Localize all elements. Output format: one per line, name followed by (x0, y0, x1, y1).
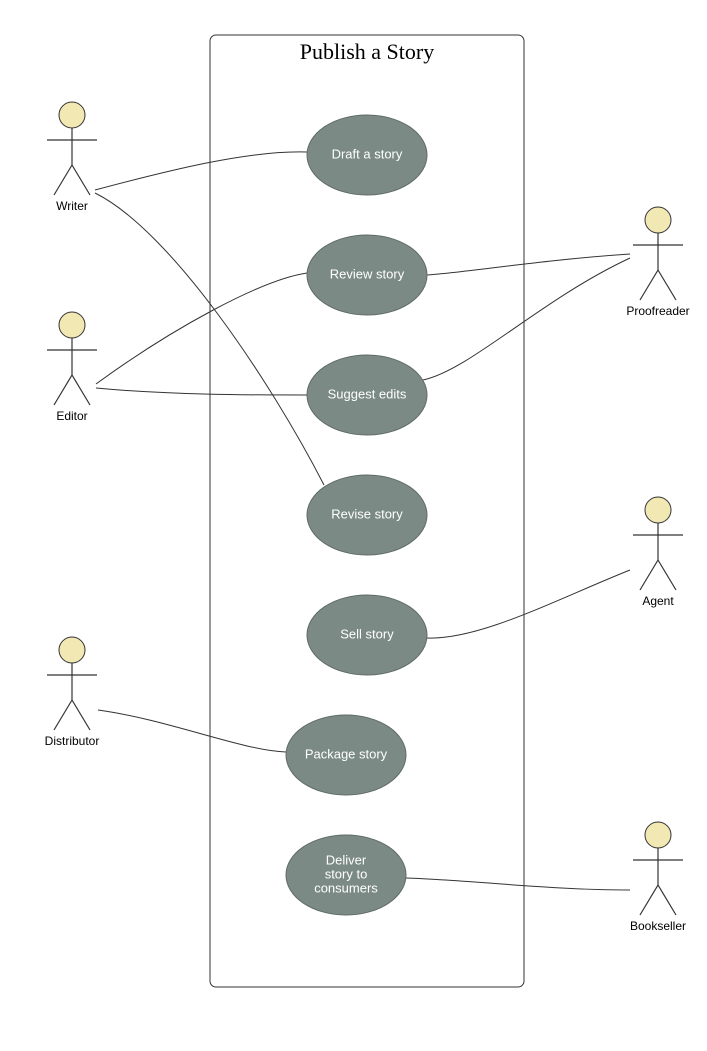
actor-leg-left (640, 885, 658, 915)
usecase-label: Package story (305, 746, 388, 761)
actor-leg-right (72, 165, 90, 195)
actor-leg-left (640, 560, 658, 590)
connector-editor-review (96, 273, 307, 384)
usecase-label: story to (325, 866, 368, 881)
usecase-label: Suggest edits (328, 386, 407, 401)
actor-head-icon (59, 637, 85, 663)
actor-leg-right (72, 700, 90, 730)
usecase-revise: Revise story (307, 475, 427, 555)
actor-leg-left (640, 270, 658, 300)
usecase-label: Revise story (331, 506, 403, 521)
connector-proofreader-review (427, 254, 630, 275)
connector-proofreader-suggest (423, 258, 630, 380)
usecase-label: consumers (314, 880, 378, 895)
usecases-layer: Draft a story Review story Suggest edits Re… (286, 115, 427, 915)
usecase-label: Sell story (340, 626, 394, 641)
actor-leg-right (658, 270, 676, 300)
actor-proofreader: Proofreader (626, 207, 689, 318)
actor-editor: Editor (47, 312, 97, 423)
actor-label: Writer (56, 199, 88, 213)
connector-editor-suggest (96, 388, 307, 395)
actor-bookseller: Bookseller (630, 822, 686, 933)
usecase-draft: Draft a story (307, 115, 427, 195)
usecase-package: Package story (286, 715, 406, 795)
actor-label: Distributor (45, 734, 100, 748)
use-case-diagram: Publish a Story Draft a story Review stor… (0, 0, 707, 1051)
actor-label: Agent (642, 594, 674, 608)
actor-head-icon (59, 102, 85, 128)
actor-label: Editor (56, 409, 87, 423)
actor-leg-right (658, 885, 676, 915)
usecase-label: Draft a story (332, 146, 403, 161)
actor-head-icon (59, 312, 85, 338)
actor-leg-left (54, 165, 72, 195)
actor-head-icon (645, 822, 671, 848)
connector-bookseller-deliver (406, 878, 630, 890)
actor-head-icon (645, 207, 671, 233)
usecase-label: Deliver (326, 852, 367, 867)
actor-leg-right (658, 560, 676, 590)
actor-leg-left (54, 375, 72, 405)
actor-head-icon (645, 497, 671, 523)
usecase-label: Review story (330, 266, 405, 281)
actor-label: Proofreader (626, 304, 689, 318)
actor-leg-right (72, 375, 90, 405)
connector-agent-sell (427, 570, 630, 638)
usecase-review: Review story (307, 235, 427, 315)
usecase-deliver: Deliverstory toconsumers (286, 835, 406, 915)
actor-writer: Writer (47, 102, 97, 213)
usecase-suggest: Suggest edits (307, 355, 427, 435)
actor-label: Bookseller (630, 919, 686, 933)
connector-writer-draft (95, 152, 307, 190)
usecase-sell: Sell story (307, 595, 427, 675)
actor-agent: Agent (633, 497, 683, 608)
connector-distributor-package (98, 710, 286, 752)
actor-distributor: Distributor (45, 637, 100, 748)
system-title: Publish a Story (300, 39, 434, 64)
actor-leg-left (54, 700, 72, 730)
